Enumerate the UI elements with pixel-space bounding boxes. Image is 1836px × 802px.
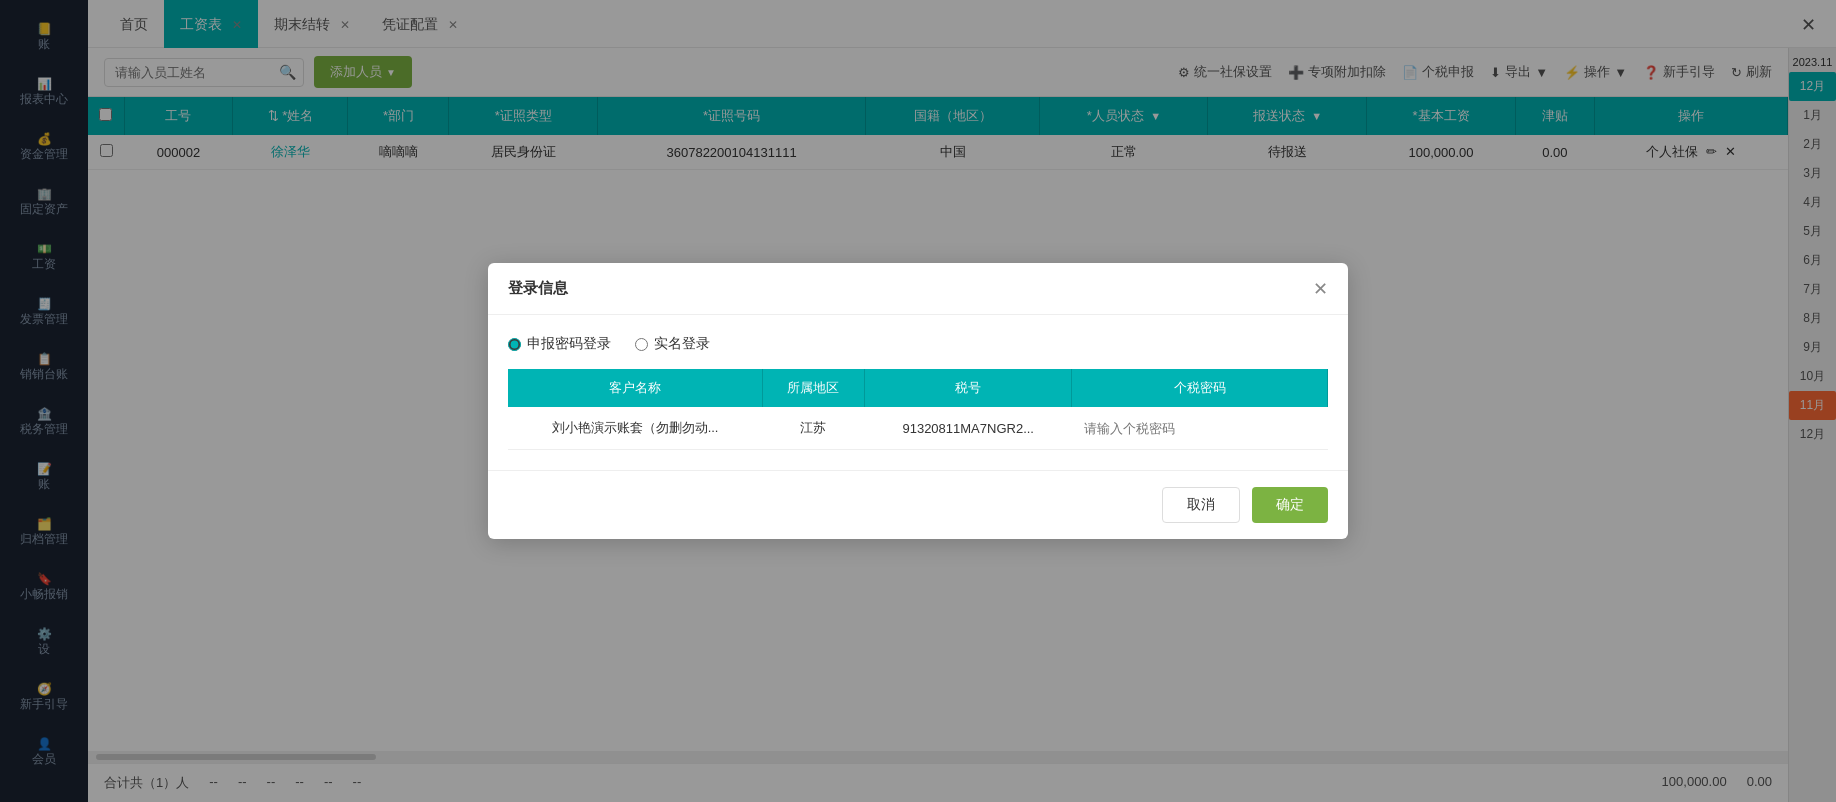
login-info-modal: 登录信息 ✕ 申报密码登录 实名登录 客户名称	[488, 263, 1348, 539]
login-cell-name: 刘小艳演示账套（勿删勿动...	[508, 407, 762, 450]
login-accounts-table: 客户名称 所属地区 税号 个税密码	[508, 369, 1328, 450]
radio-declare-password[interactable]: 申报密码登录	[508, 335, 611, 353]
modal-body: 申报密码登录 实名登录 客户名称 所属地区	[488, 315, 1348, 470]
radio-real-name-input[interactable]	[635, 338, 648, 351]
login-cell-password[interactable]	[1072, 407, 1328, 450]
login-method-radio-group: 申报密码登录 实名登录	[508, 335, 1328, 353]
modal-overlay: 登录信息 ✕ 申报密码登录 实名登录 客户名称	[0, 0, 1836, 802]
modal-header: 登录信息 ✕	[488, 263, 1348, 315]
confirm-button[interactable]: 确定	[1252, 487, 1328, 523]
modal-title: 登录信息	[508, 279, 568, 298]
radio-declare-password-input[interactable]	[508, 338, 521, 351]
login-table-col-region: 所属地区	[762, 369, 865, 407]
login-cell-taxno: 91320811MA7NGR2...	[865, 407, 1072, 450]
radio-real-name[interactable]: 实名登录	[635, 335, 710, 353]
modal-close-button[interactable]: ✕	[1313, 280, 1328, 298]
login-table-row: 刘小艳演示账套（勿删勿动... 江苏 91320811MA7NGR2...	[508, 407, 1328, 450]
login-table-col-name: 客户名称	[508, 369, 762, 407]
cancel-button[interactable]: 取消	[1162, 487, 1240, 523]
tax-password-input[interactable]	[1084, 421, 1316, 436]
modal-footer: 取消 确定	[488, 470, 1348, 539]
login-table-col-taxno: 税号	[865, 369, 1072, 407]
login-table-col-password: 个税密码	[1072, 369, 1328, 407]
login-cell-region: 江苏	[762, 407, 865, 450]
